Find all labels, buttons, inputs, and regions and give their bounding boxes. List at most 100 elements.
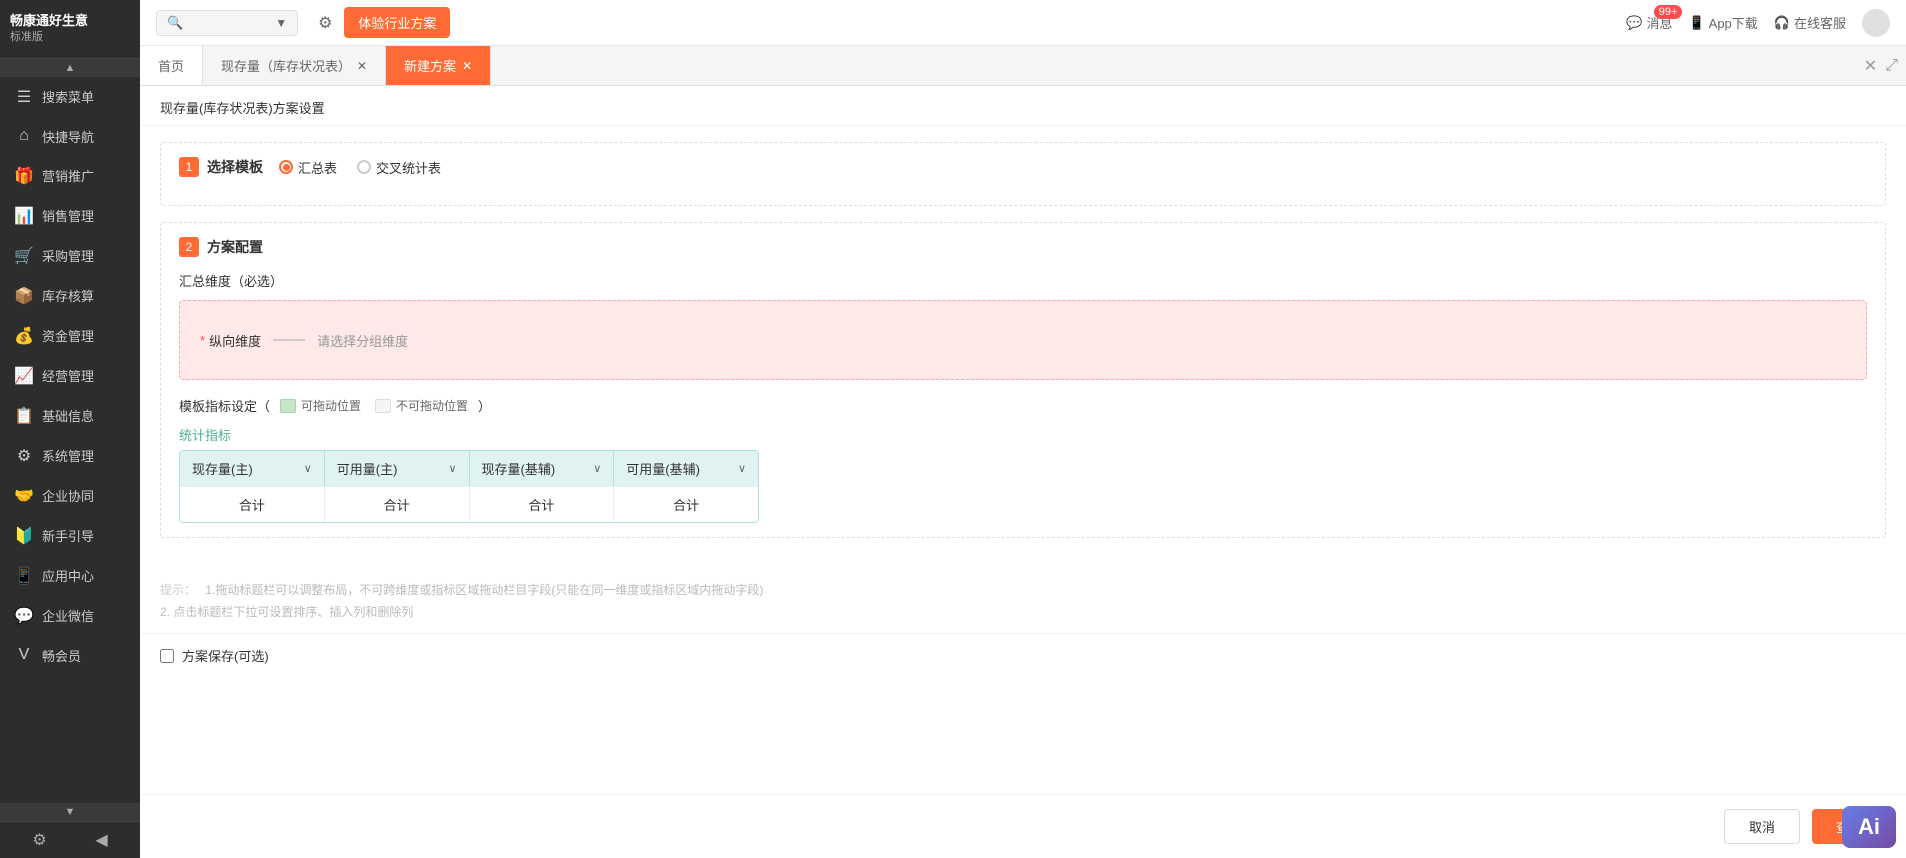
- basic-info-icon: 📋: [14, 406, 34, 426]
- sidebar-item-label: 资金管理: [42, 326, 94, 345]
- tab-home[interactable]: 首页: [140, 46, 203, 85]
- dimension-area[interactable]: * 纵向维度 —— 请选择分组维度: [179, 300, 1867, 380]
- window-close-icon[interactable]: ✕: [1864, 56, 1877, 76]
- data-cell-available-aux: 合计: [614, 487, 758, 522]
- sidebar-item-sales[interactable]: 📊 销售管理: [0, 196, 140, 236]
- window-expand-icon[interactable]: ⤢: [1885, 57, 1898, 75]
- sidebar-item-new-guide[interactable]: 🔰 新手引导: [0, 516, 140, 556]
- tip2: 2. 点击标题栏下拉可设置排序、插入列和删除列: [160, 602, 1886, 624]
- sidebar-item-system[interactable]: ⚙ 系统管理: [0, 436, 140, 476]
- legend-draggable-box: [280, 399, 296, 413]
- sidebar-footer: ⚙ ◀: [0, 821, 140, 858]
- radio-cross-dot: [357, 160, 371, 174]
- sidebar-scroll-down[interactable]: ▼: [0, 803, 140, 821]
- sidebar-item-label: 企业微信: [42, 606, 94, 625]
- search-input[interactable]: [189, 16, 269, 30]
- system-icon: ⚙: [14, 446, 34, 466]
- radio-cross-label: 交叉统计表: [376, 158, 441, 177]
- topbar-left: 🔍 ▼ ⚙ 体验行业方案: [156, 7, 450, 38]
- sidebar-item-marketing[interactable]: 🎁 营销推广: [0, 156, 140, 196]
- sidebar-item-app-center[interactable]: 📱 应用中心: [0, 556, 140, 596]
- legend-draggable-item: 可拖动位置: [280, 397, 361, 414]
- online-service-icon: 🎧: [1774, 15, 1790, 31]
- save-option: 方案保存(可选): [140, 633, 1906, 677]
- radio-summary[interactable]: 汇总表: [279, 158, 337, 177]
- sidebar-item-label: 系统管理: [42, 446, 94, 465]
- search-dropdown-icon[interactable]: ▼: [275, 16, 287, 30]
- col-available-aux-label: 可用量(基辅): [626, 459, 700, 478]
- indicator-data-row: 合计 合计 合计 合计: [180, 486, 758, 522]
- indicator-header-row: 现存量(主) ∨ 可用量(主) ∨ 现存量(基辅) ∨: [180, 451, 758, 486]
- dim-vertical-label: 纵向维度: [209, 331, 261, 350]
- sidebar-item-label: 营销推广: [42, 166, 94, 185]
- content-area: 现存量(库存状况表)方案设置 1 选择模板 汇总表: [140, 86, 1906, 794]
- sidebar-item-search-menu[interactable]: ☰ 搜索菜单: [0, 77, 140, 117]
- col-current-main-chevron[interactable]: ∨: [304, 462, 312, 475]
- sidebar-item-label: 采购管理: [42, 246, 94, 265]
- indicator-col-available-aux[interactable]: 可用量(基辅) ∨: [614, 451, 758, 486]
- col-available-main-chevron[interactable]: ∨: [448, 462, 456, 475]
- indicator-legend: 可拖动位置 不可拖动位置: [280, 397, 468, 414]
- sidebar-item-label: 畅会员: [42, 646, 81, 665]
- sidebar-item-purchase[interactable]: 🛒 采购管理: [0, 236, 140, 276]
- tab-new-scheme-label: 新建方案: [404, 56, 456, 75]
- tab-new-scheme[interactable]: 新建方案 ✕: [386, 46, 491, 85]
- topbar-gear-icon[interactable]: ⚙: [318, 13, 332, 33]
- sidebar-item-label: 销售管理: [42, 206, 94, 225]
- sidebar-item-label: 快捷导航: [42, 127, 94, 146]
- message-button[interactable]: 💬 消息 99+: [1626, 13, 1672, 32]
- sidebar-item-cooperation[interactable]: 🤝 企业协同: [0, 476, 140, 516]
- save-option-label: 方案保存(可选): [182, 646, 269, 665]
- section-1-title: 选择模板: [207, 157, 263, 177]
- dim-required-label: 汇总维度（必选）: [179, 271, 1867, 290]
- sidebar-item-finance[interactable]: 💰 资金管理: [0, 316, 140, 356]
- indicator-col-current-aux[interactable]: 现存量(基辅) ∨: [470, 451, 615, 486]
- sidebar-item-inventory[interactable]: 📦 库存核算: [0, 276, 140, 316]
- tab-inventory-close-icon[interactable]: ✕: [357, 59, 367, 73]
- cancel-button[interactable]: 取消: [1724, 809, 1800, 844]
- sidebar-menu: ☰ 搜索菜单 ⌂ 快捷导航 🎁 营销推广 📊 销售管理 🛒 采购管理 📦 库存核…: [0, 77, 140, 803]
- col-available-aux-chevron[interactable]: ∨: [738, 462, 746, 475]
- sidebar-scroll-up[interactable]: ▲: [0, 59, 140, 77]
- indicator-col-current-main[interactable]: 现存量(主) ∨: [180, 451, 325, 486]
- tab-new-scheme-close-icon[interactable]: ✕: [462, 59, 472, 73]
- save-checkbox[interactable]: [160, 649, 174, 663]
- tab-inventory-status[interactable]: 现存量（库存状况表） ✕: [203, 46, 386, 85]
- app-download-button[interactable]: 📱 App下载: [1688, 13, 1757, 32]
- section-2-number: 2: [179, 237, 199, 257]
- indicator-col-available-main[interactable]: 可用量(主) ∨: [325, 451, 470, 486]
- sidebar-item-basic-info[interactable]: 📋 基础信息: [0, 396, 140, 436]
- page-panel: 现存量(库存状况表)方案设置 1 选择模板 汇总表: [140, 86, 1906, 794]
- app-name: 畅康通好生意: [10, 12, 130, 30]
- tip1-text: 1.拖动标题栏可以调整布局，不可跨维度或指标区域拖动栏目字段(只能在同一维度或指…: [205, 583, 763, 597]
- ai-badge[interactable]: Ai: [1842, 806, 1896, 848]
- sidebar: 畅康通好生意 标准版 ▲ ☰ 搜索菜单 ⌂ 快捷导航 🎁 营销推广 📊 销售管理…: [0, 0, 140, 858]
- sidebar-item-label: 新手引导: [42, 526, 94, 545]
- tips-section: 提示： 1.拖动标题栏可以调整布局，不可跨维度或指标区域拖动栏目字段(只能在同一…: [140, 570, 1906, 633]
- radio-summary-label: 汇总表: [298, 158, 337, 177]
- radio-cross[interactable]: 交叉统计表: [357, 158, 441, 177]
- cooperation-icon: 🤝: [14, 486, 34, 506]
- sidebar-item-vip[interactable]: V 畅会员: [0, 636, 140, 675]
- sidebar-toggle-icon[interactable]: ◀: [95, 830, 107, 850]
- trial-button[interactable]: 体验行业方案: [344, 7, 450, 38]
- tab-inventory-status-label: 现存量（库存状况表）: [221, 56, 351, 75]
- user-avatar[interactable]: [1862, 9, 1890, 37]
- col-current-aux-chevron[interactable]: ∨: [593, 462, 601, 475]
- col-available-main-label: 可用量(主): [337, 459, 398, 478]
- main-content: 🔍 ▼ ⚙ 体验行业方案 💬 消息 99+ 📱 App下载 🎧 在线客服: [140, 0, 1906, 858]
- sidebar-settings-icon[interactable]: ⚙: [32, 830, 46, 850]
- section-2-block: 2 方案配置 汇总维度（必选） * 纵向维度 —— 请选择分组维度 模: [160, 222, 1886, 538]
- sidebar-item-operations[interactable]: 📈 经营管理: [0, 356, 140, 396]
- online-service-button[interactable]: 🎧 在线客服: [1774, 13, 1846, 32]
- inventory-icon: 📦: [14, 286, 34, 306]
- dim-placeholder: 请选择分组维度: [317, 331, 408, 350]
- legend-fixed-label: 不可拖动位置: [396, 397, 468, 414]
- topbar-search-box[interactable]: 🔍 ▼: [156, 10, 298, 36]
- app-version: 标准版: [10, 30, 130, 45]
- message-badge: 99+: [1654, 5, 1683, 19]
- app-logo: 畅康通好生意 标准版: [0, 0, 140, 59]
- sidebar-item-quick-nav[interactable]: ⌂ 快捷导航: [0, 117, 140, 156]
- app-download-icon: 📱: [1688, 15, 1704, 31]
- sidebar-item-wechat[interactable]: 💬 企业微信: [0, 596, 140, 636]
